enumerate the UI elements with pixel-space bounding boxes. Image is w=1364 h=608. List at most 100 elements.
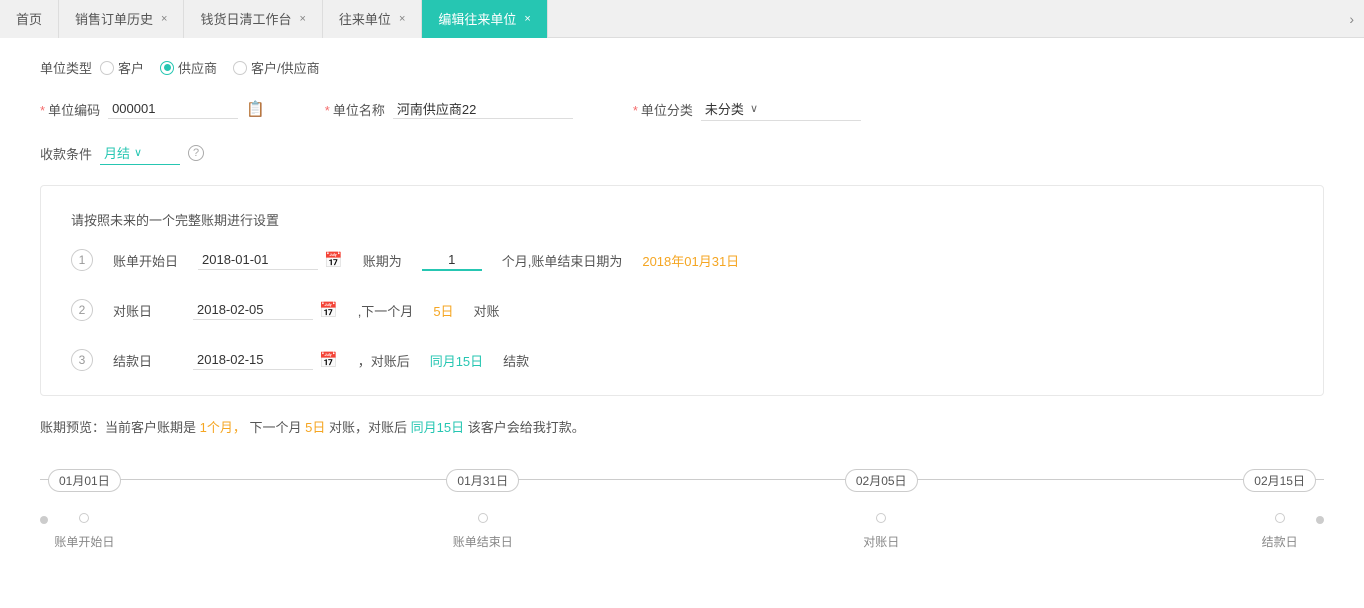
payment-label: 收款条件 xyxy=(40,144,92,163)
timeline-node-2: 02月05日 对账日 xyxy=(845,469,918,550)
category-value: 未分类 xyxy=(705,99,744,118)
preview-highlight1: 1个月， xyxy=(200,420,246,435)
tabs-more-button[interactable]: › xyxy=(1339,11,1364,27)
preview-prefix: 账期预览：当前客户账期是 xyxy=(40,420,196,435)
code-label: 单位编码 xyxy=(40,100,100,119)
timeline-nodes: 01月01日 账单开始日 01月31日 账单结束日 02月05日 对账日 02月… xyxy=(48,469,1316,550)
step-period-label: 账期为 xyxy=(363,251,402,270)
step-label-2: 对账日 xyxy=(113,301,173,320)
tab-partners-close[interactable]: × xyxy=(399,13,405,25)
name-label: 单位名称 xyxy=(325,100,385,119)
category-select[interactable]: 未分类 ∨ xyxy=(701,97,861,121)
radio-circle-supplier xyxy=(160,61,174,75)
preview-suffix: 该客户会给我打款。 xyxy=(468,420,585,435)
timeline: 01月01日 账单开始日 01月31日 账单结束日 02月05日 对账日 02月… xyxy=(40,459,1324,580)
radio-group: 客户 供应商 客户/供应商 xyxy=(100,58,320,77)
tab-edit-partner[interactable]: 编辑往来单位 × xyxy=(422,0,547,38)
step-num-1: 1 xyxy=(71,249,93,271)
preview-highlight2: 5日 xyxy=(305,420,325,435)
timeline-dot-3 xyxy=(1275,513,1285,523)
tab-edit-partner-close[interactable]: × xyxy=(524,13,530,25)
radio-both-label: 客户/供应商 xyxy=(251,58,320,77)
timeline-left-dot xyxy=(40,516,48,524)
step-calendar-icon-1[interactable]: 📅 xyxy=(324,251,343,269)
preview-highlight3: 同月15日 xyxy=(411,420,464,435)
step-num-3: 3 xyxy=(71,349,93,371)
radio-supplier-label: 供应商 xyxy=(178,58,217,77)
timeline-date-1: 01月31日 xyxy=(446,469,519,492)
tabs-bar: 首页 销售订单历史 × 钱货日清工作台 × 往来单位 × 编辑往来单位 × › xyxy=(0,0,1364,38)
code-group: 单位编码 📋 xyxy=(40,99,265,119)
name-group: 单位名称 xyxy=(325,99,573,119)
tab-home[interactable]: 首页 xyxy=(0,0,59,38)
step-highlight-2: 5日 xyxy=(433,301,453,320)
timeline-node-0: 01月01日 账单开始日 xyxy=(48,469,121,550)
unit-type-row: 单位类型 客户 供应商 客户/供应商 xyxy=(40,58,1324,77)
code-input[interactable] xyxy=(108,99,238,119)
tab-sales-history[interactable]: 销售订单历史 × xyxy=(59,0,184,38)
preview-mid2: 对账，对账后 xyxy=(329,420,407,435)
step-date-input-3[interactable] xyxy=(193,350,313,370)
timeline-label-2: 对账日 xyxy=(863,533,899,550)
step-label-1: 账单开始日 xyxy=(113,251,178,270)
payment-chevron-icon: ∨ xyxy=(134,146,142,159)
preview-text: 账期预览：当前客户账期是 1个月， 下一个月 5日 对账，对账后 同月15日 该… xyxy=(40,416,1324,439)
preview-mid1: 下一个月 xyxy=(250,420,302,435)
step-period-unit: 个月,账单结束日期为 xyxy=(502,251,623,270)
category-chevron-icon: ∨ xyxy=(750,102,758,115)
timeline-dot-1 xyxy=(478,513,488,523)
settings-card: 请按照未来的一个完整账期进行设置 1 账单开始日 📅 账期为 个月,账单结束日期… xyxy=(40,185,1324,396)
timeline-label-3: 结款日 xyxy=(1262,533,1298,550)
step-date-1: 📅 xyxy=(198,250,343,270)
step-date-input-1[interactable] xyxy=(198,250,318,270)
help-icon[interactable]: ? xyxy=(188,145,204,161)
radio-circle-both xyxy=(233,61,247,75)
fields-row: 单位编码 📋 单位名称 单位分类 未分类 ∨ xyxy=(40,97,1324,121)
radio-customer[interactable]: 客户 xyxy=(100,58,144,77)
category-label: 单位分类 xyxy=(633,100,693,119)
radio-supplier[interactable]: 供应商 xyxy=(160,58,217,77)
step-date-input-2[interactable] xyxy=(193,300,313,320)
step-num-2: 2 xyxy=(71,299,93,321)
timeline-dot-0 xyxy=(79,513,89,523)
step-desc-2-after: 对账 xyxy=(474,301,500,320)
timeline-node-1: 01月31日 账单结束日 xyxy=(446,469,519,550)
main-content: 单位类型 客户 供应商 客户/供应商 单位编码 📋 xyxy=(0,38,1364,608)
step-row-3: 3 结款日 📅 ，对账后 同月15日 结款 xyxy=(71,349,1293,371)
radio-both[interactable]: 客户/供应商 xyxy=(233,58,320,77)
step-date-2: 📅 xyxy=(193,300,338,320)
period-end-date: 2018年01月31日 xyxy=(642,251,739,270)
radio-circle-customer xyxy=(100,61,114,75)
payment-select[interactable]: 月结 ∨ xyxy=(100,141,180,165)
code-calendar-icon[interactable]: 📋 xyxy=(246,100,265,118)
step-row-1: 1 账单开始日 📅 账期为 个月,账单结束日期为 2018年01月31日 xyxy=(71,249,1293,271)
timeline-label-0: 账单开始日 xyxy=(54,533,114,550)
step-label-3: 结款日 xyxy=(113,351,173,370)
tab-partners[interactable]: 往来单位 × xyxy=(323,0,422,38)
timeline-date-0: 01月01日 xyxy=(48,469,121,492)
timeline-label-1: 账单结束日 xyxy=(453,533,513,550)
timeline-right-dot xyxy=(1316,516,1324,524)
unit-type-group: 单位类型 客户 供应商 客户/供应商 xyxy=(40,58,320,77)
category-group: 单位分类 未分类 ∨ xyxy=(633,97,861,121)
tab-cash-workbench[interactable]: 钱货日清工作台 × xyxy=(184,0,322,38)
period-input[interactable] xyxy=(422,250,482,271)
step-desc-3-before: ，对账后 xyxy=(358,351,410,370)
payment-value: 月结 xyxy=(104,143,130,162)
card-title: 请按照未来的一个完整账期进行设置 xyxy=(71,210,1293,229)
step-row-2: 2 对账日 📅 ,下一个月 5日 对账 xyxy=(71,299,1293,321)
step-desc-3-after: 结款 xyxy=(503,351,529,370)
tab-cash-workbench-close[interactable]: × xyxy=(299,13,305,25)
timeline-date-2: 02月05日 xyxy=(845,469,918,492)
timeline-node-3: 02月15日 结款日 xyxy=(1243,469,1316,550)
tab-sales-history-close[interactable]: × xyxy=(161,13,167,25)
payment-group: 收款条件 月结 ∨ ? xyxy=(40,141,204,165)
timeline-date-3: 02月15日 xyxy=(1243,469,1316,492)
step-desc-2-before: ,下一个月 xyxy=(358,301,414,320)
step-date-3: 📅 xyxy=(193,350,338,370)
step-calendar-icon-3[interactable]: 📅 xyxy=(319,351,338,369)
name-input[interactable] xyxy=(393,99,573,119)
unit-type-label: 单位类型 xyxy=(40,58,92,77)
step-calendar-icon-2[interactable]: 📅 xyxy=(319,301,338,319)
step-highlight-3: 同月15日 xyxy=(430,351,483,370)
